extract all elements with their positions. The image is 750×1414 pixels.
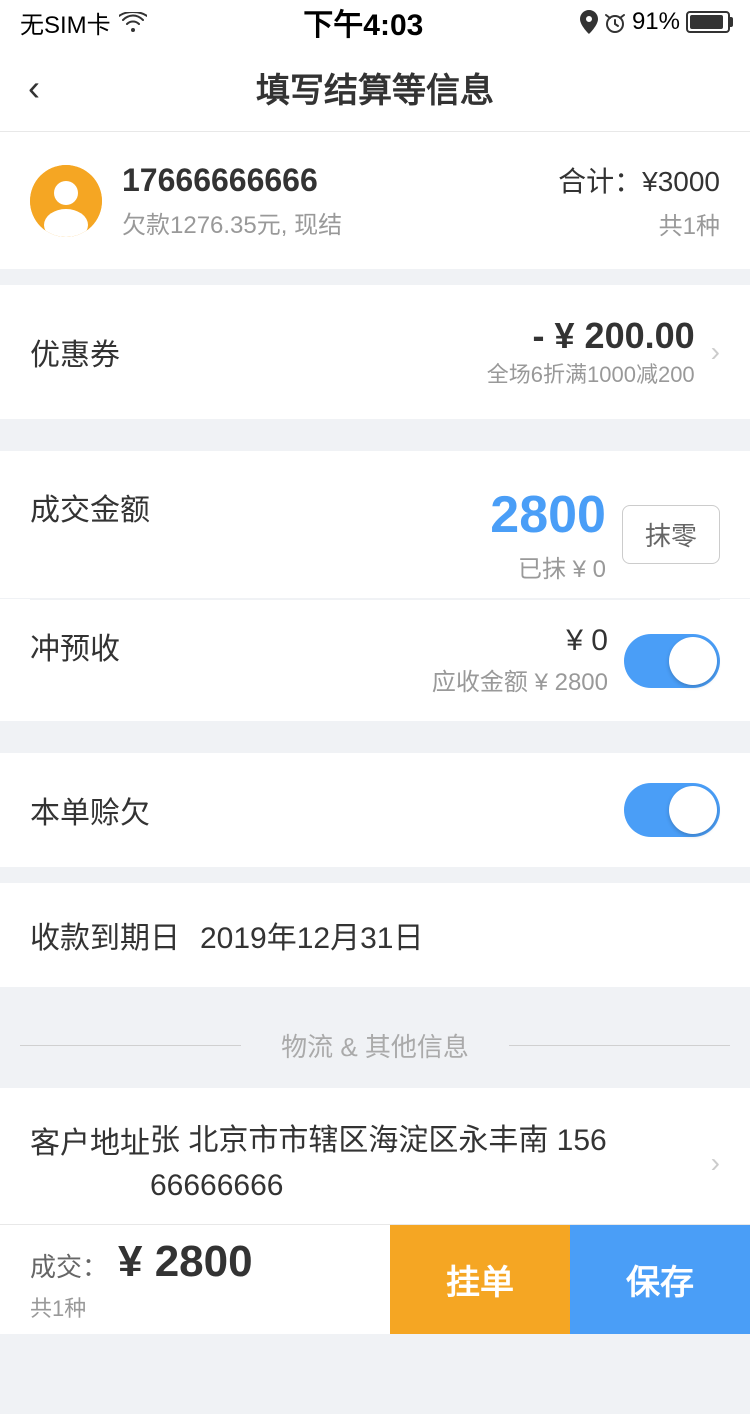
address-row[interactable]: 客户地址 张 北京市市辖区海淀区永丰南 156 66666666 ›: [0, 1088, 750, 1238]
total-count: 共1种: [558, 206, 720, 241]
debt-toggle[interactable]: [624, 783, 720, 837]
transaction-section: 成交金额 2800 已抹 ¥ 0 抹零 冲预收 ¥ 0 应收金额 ¥ 2800: [0, 451, 750, 721]
bottom-summary: 成交： ¥ 2800 共1种: [0, 1225, 390, 1334]
coupon-discount: - ¥ 200.00: [487, 315, 695, 357]
coupon-label: 优惠券: [30, 330, 120, 374]
coupon-detail: - ¥ 200.00 全场6折满1000减200: [487, 315, 695, 389]
amount-col: 2800 已抹 ¥ 0: [490, 485, 606, 584]
customer-total: 合计：¥3000 共1种: [558, 160, 720, 241]
summary-amount: ¥ 2800: [118, 1237, 253, 1287]
debt-row: 本单赊欠: [0, 753, 750, 867]
debt-toggle-knob: [669, 786, 717, 834]
coupon-right: - ¥ 200.00 全场6折满1000减200 ›: [487, 315, 720, 389]
due-date-section: 收款到期日 2019年12月31日: [0, 883, 750, 987]
divider-1: [0, 435, 750, 451]
carrier-text: 无SIM卡: [20, 5, 111, 40]
back-button[interactable]: ‹: [28, 67, 40, 109]
location-icon: [580, 10, 598, 34]
summary-count: 共1种: [30, 1291, 360, 1323]
logistics-section-header: 物流 & 其他信息: [0, 1003, 750, 1088]
nav-bar: ‹ 填写结算等信息: [0, 44, 750, 132]
divider-2: [0, 737, 750, 753]
prepayment-toggle[interactable]: [624, 634, 720, 688]
debt-section: 本单赊欠: [0, 753, 750, 867]
summary-top: 成交： ¥ 2800: [30, 1237, 360, 1287]
status-right: 91%: [580, 8, 730, 36]
prepayment-sub: 应收金额 ¥ 2800: [432, 662, 608, 697]
amount-sub: 已抹 ¥ 0: [518, 549, 606, 584]
coupon-section: 优惠券 - ¥ 200.00 全场6折满1000减200 ›: [0, 285, 750, 419]
customer-sub: 欠款1276.35元, 现结: [122, 205, 342, 240]
address-value: 张 北京市市辖区海淀区永丰南 156 66666666: [150, 1118, 701, 1208]
save-button[interactable]: 保存: [570, 1225, 750, 1334]
amount-row-right: 2800 已抹 ¥ 0 抹零: [490, 485, 720, 584]
customer-left: 17666666666 欠款1276.35元, 现结: [30, 162, 342, 240]
coupon-sub: 全场6折满1000减200: [487, 357, 695, 389]
header-line-left: [20, 1045, 241, 1046]
prepayment-right: ¥ 0 应收金额 ¥ 2800: [432, 624, 720, 697]
prepayment-col: ¥ 0 应收金额 ¥ 2800: [432, 624, 608, 697]
address-label: 客户地址: [30, 1118, 150, 1162]
hold-button[interactable]: 挂单: [390, 1225, 570, 1334]
logistics-header-text: 物流 & 其他信息: [281, 1027, 469, 1064]
prepayment-label: 冲预收: [30, 624, 120, 668]
customer-card: 17666666666 欠款1276.35元, 现结 合计：¥3000 共1种: [0, 132, 750, 269]
address-chevron-icon: ›: [711, 1147, 720, 1179]
amount-row: 成交金额 2800 已抹 ¥ 0 抹零: [0, 451, 750, 599]
total-label: 合计：¥3000: [558, 160, 720, 200]
status-bar: 无SIM卡 下午4:03 91%: [0, 0, 750, 44]
header-line-right: [509, 1045, 730, 1046]
toggle-knob: [669, 637, 717, 685]
summary-label: 成交：: [30, 1247, 108, 1284]
alarm-icon: [604, 10, 626, 34]
wifi-icon: [119, 12, 147, 32]
customer-phone: 17666666666: [122, 162, 342, 199]
amount-value: 2800: [490, 485, 606, 545]
battery-percent: 91%: [632, 8, 680, 36]
coupon-chevron-icon: ›: [711, 336, 720, 368]
debt-right: [624, 783, 720, 837]
customer-info: 17666666666 欠款1276.35元, 现结: [122, 162, 342, 240]
due-value: 2019年12月31日: [200, 913, 423, 957]
debt-label: 本单赊欠: [30, 788, 150, 832]
amount-label: 成交金额: [30, 485, 150, 529]
due-label: 收款到期日: [30, 913, 180, 957]
avatar: [30, 165, 102, 237]
status-time: 下午4:03: [303, 0, 423, 44]
address-section: 客户地址 张 北京市市辖区海淀区永丰南 156 66666666 ›: [0, 1088, 750, 1238]
prepayment-row: 冲预收 ¥ 0 应收金额 ¥ 2800: [0, 600, 750, 721]
round-button[interactable]: 抹零: [622, 505, 720, 564]
coupon-row[interactable]: 优惠券 - ¥ 200.00 全场6折满1000减200 ›: [0, 285, 750, 419]
prepayment-amount: ¥ 0: [566, 624, 608, 658]
page-title: 填写结算等信息: [256, 63, 494, 112]
battery-icon: [686, 11, 730, 33]
status-carrier: 无SIM卡: [20, 5, 147, 40]
bottom-bar: 成交： ¥ 2800 共1种 挂单 保存: [0, 1224, 750, 1334]
